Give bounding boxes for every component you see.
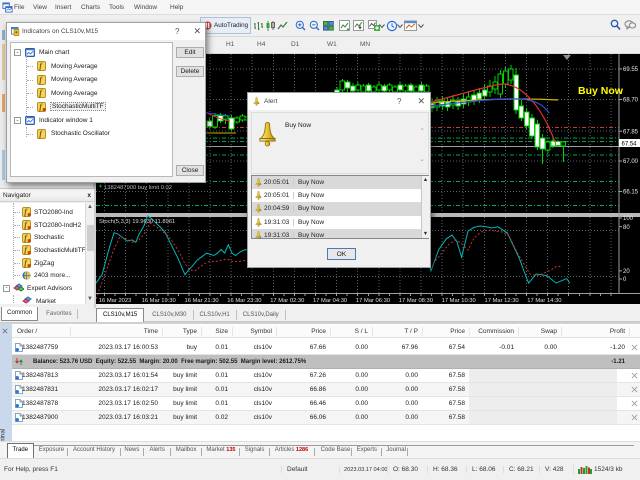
svg-text:66.15: 66.15 [623, 190, 639, 196]
svg-text:67.00: 67.00 [623, 159, 639, 165]
svg-text:67.85: 67.85 [623, 129, 639, 135]
svg-text:17 Mar 02:30: 17 Mar 02:30 [270, 298, 304, 304]
svg-text:17 Mar 08:30: 17 Mar 08:30 [399, 298, 433, 304]
svg-text:17 Mar 06:30: 17 Mar 06:30 [356, 298, 390, 304]
svg-text:68.70: 68.70 [623, 98, 639, 104]
svg-text:17 Mar 10:30: 17 Mar 10:30 [442, 298, 476, 304]
svg-text:17 Mar 04:30: 17 Mar 04:30 [313, 298, 347, 304]
svg-text:16 Mar 23:30: 16 Mar 23:30 [227, 298, 261, 304]
svg-text:16 Mar 19:30: 16 Mar 19:30 [142, 298, 176, 304]
svg-text:67.54: 67.54 [622, 142, 638, 148]
svg-text:80: 80 [623, 225, 630, 231]
svg-text:17 Mar 14:30: 17 Mar 14:30 [527, 298, 561, 304]
svg-text:100: 100 [623, 216, 634, 222]
svg-text:1382487900 buy limit 0.02: 1382487900 buy limit 0.02 [104, 185, 172, 191]
svg-text:16 Mar 2023: 16 Mar 2023 [99, 298, 132, 304]
svg-text:Stoch(5,3,3) 19.9630 11.8961: Stoch(5,3,3) 19.9630 11.8961 [99, 219, 175, 225]
svg-text:16 Mar 21:30: 16 Mar 21:30 [185, 298, 219, 304]
svg-text:Buy Now: Buy Now [578, 85, 624, 97]
svg-text:20: 20 [623, 269, 630, 275]
svg-text:69.55: 69.55 [623, 67, 639, 73]
svg-text:17 Mar 12:30: 17 Mar 12:30 [485, 298, 519, 304]
